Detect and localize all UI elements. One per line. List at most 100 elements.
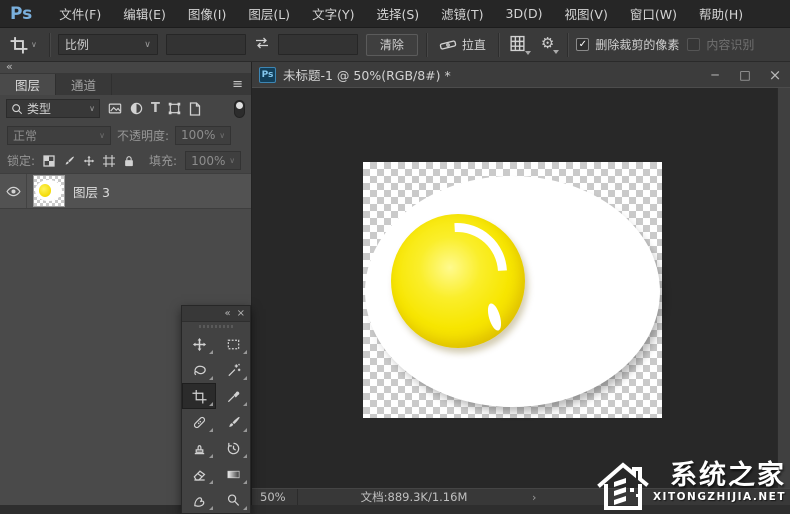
photoshop-logo: Ps	[10, 3, 33, 24]
smudge-tool-icon	[193, 496, 204, 507]
caret-down-icon: ∨	[99, 130, 105, 140]
document-size-info: 文档:889.3K/1.16M	[360, 490, 468, 504]
tab-layers[interactable]: 图层	[0, 74, 57, 95]
fill-label: 填充:	[149, 154, 178, 168]
collapse-toolbox-icon[interactable]: «	[224, 308, 230, 319]
delete-cropped-pixels-checkbox[interactable]: ✓ 删除裁剪的像素	[576, 36, 679, 53]
gradient-tool-button[interactable]	[216, 461, 250, 487]
opacity-select[interactable]: 100% ∨	[175, 125, 232, 145]
blend-mode-row: 正常 ∨ 不透明度: 100% ∨	[0, 122, 251, 148]
history-brush-tool-icon	[227, 442, 239, 454]
window-controls: ─ □ ×	[700, 62, 790, 87]
lasso-tool-button[interactable]	[182, 357, 216, 383]
caret-down-icon: ∨	[89, 104, 95, 113]
fill-select[interactable]: 100% ∨	[185, 151, 242, 170]
spot-healing-brush-tool-button[interactable]	[182, 409, 216, 435]
collapse-panels-icon[interactable]: «	[6, 60, 13, 73]
crop-width-input[interactable]	[165, 34, 246, 55]
brush-tool-button[interactable]	[216, 409, 250, 435]
caret-down-icon: ∨	[219, 130, 226, 140]
floating-toolbox: « ×	[181, 305, 251, 514]
lock-position-icon[interactable]	[83, 155, 95, 167]
close-button[interactable]: ×	[760, 62, 790, 87]
menu-item-view[interactable]: 视图(V)	[554, 4, 619, 23]
menu-item-image[interactable]: 图像(I)	[177, 4, 237, 23]
search-icon	[12, 103, 23, 114]
menu-item-type[interactable]: 文字(Y)	[301, 4, 365, 23]
layer-visibility-toggle[interactable]	[0, 174, 27, 208]
grid-overlay-icon	[510, 35, 525, 52]
panel-tabs: 图层 通道 ≡	[0, 73, 251, 95]
gradient-tool-icon	[227, 470, 239, 478]
eraser-tool-button[interactable]	[182, 461, 216, 487]
clear-button[interactable]: 清除	[365, 33, 418, 56]
filter-pixel-layers-icon[interactable]	[108, 102, 122, 115]
restore-button[interactable]: □	[730, 62, 760, 87]
menu-item-help[interactable]: 帮助(H)	[688, 4, 754, 23]
close-toolbox-icon[interactable]: ×	[237, 308, 245, 319]
filter-smart-objects-icon[interactable]	[189, 101, 201, 116]
lock-artboard-icon[interactable]	[103, 154, 116, 167]
smudge-tool-button[interactable]	[182, 487, 216, 513]
lasso-tool-icon	[193, 365, 206, 375]
level-icon	[439, 39, 457, 50]
filter-shape-layers-icon[interactable]	[168, 102, 181, 115]
menu-item-window[interactable]: 窗口(W)	[619, 4, 688, 23]
status-menu-arrow-icon[interactable]: ›	[532, 491, 536, 504]
layer-row[interactable]: 图层 3	[0, 173, 251, 209]
crop-icon	[10, 36, 28, 53]
straighten-button[interactable]: 拉直	[435, 36, 490, 53]
crop-tool-preset-picker[interactable]: ∨	[6, 34, 41, 56]
separator	[497, 32, 499, 57]
checkbox-checked-icon: ✓	[576, 38, 590, 51]
panel-menu-icon[interactable]: ≡	[232, 77, 243, 92]
eyedropper-tool-icon	[227, 391, 239, 402]
document-title-bar[interactable]: Ps 未标题-1 @ 50%(RGB/8#) * ─ □ ×	[252, 62, 790, 88]
history-brush-tool-button[interactable]	[216, 435, 250, 461]
eyedropper-tool-button[interactable]	[216, 383, 250, 409]
menu-item-layer[interactable]: 图层(L)	[237, 4, 301, 23]
menu-item-select[interactable]: 选择(S)	[365, 4, 430, 23]
watermark: 系统之家 XITONGZHIJIA.NET	[597, 460, 786, 510]
layer-name[interactable]: 图层 3	[73, 182, 110, 201]
options-bar: ∨ 比例 ∨ 清除 拉直 ⚙ ✓ 删除裁剪的像素 内容识别	[0, 28, 790, 62]
filter-toggle-switch[interactable]	[234, 99, 245, 118]
zoom-level-field[interactable]: 50%	[252, 489, 298, 505]
lock-all-icon[interactable]	[123, 155, 135, 167]
crop-height-input[interactable]	[277, 34, 358, 55]
crop-tool-button[interactable]	[182, 383, 216, 409]
quick-selection-tool-button[interactable]	[216, 357, 250, 383]
content-aware-checkbox[interactable]: 内容识别	[687, 36, 754, 53]
vertical-scrollbar[interactable]	[777, 88, 790, 488]
crop-ratio-select[interactable]: 比例 ∨	[57, 34, 158, 55]
toolbox-header[interactable]: « ×	[182, 306, 250, 322]
menu-bar: Ps 文件(F) 编辑(E) 图像(I) 图层(L) 文字(Y) 选择(S) 滤…	[0, 0, 790, 28]
overlay-options-button[interactable]	[507, 33, 531, 56]
egg-yolk-shape	[386, 202, 528, 348]
minimize-button[interactable]: ─	[700, 62, 730, 87]
dodge-tool-button[interactable]	[216, 487, 250, 513]
menu-item-file[interactable]: 文件(F)	[48, 4, 112, 23]
canvas[interactable]	[363, 162, 662, 418]
rectangular-marquee-tool-button[interactable]	[216, 331, 250, 357]
crop-options-button[interactable]: ⚙	[539, 34, 560, 55]
filter-type-layers-icon[interactable]: T	[151, 101, 160, 116]
lock-transparent-pixels-icon[interactable]	[43, 154, 55, 167]
swap-width-height-icon[interactable]	[254, 36, 270, 53]
layer-thumbnail[interactable]	[33, 175, 65, 207]
caret-down-icon: ∨	[229, 156, 236, 165]
lock-row: 锁定: 填充: 100% ∨	[0, 148, 251, 173]
filter-adjustment-layers-icon[interactable]	[130, 102, 143, 115]
brush-tool-icon	[228, 416, 240, 427]
tab-channels[interactable]: 通道	[56, 74, 113, 95]
blend-mode-select[interactable]: 正常 ∨	[7, 125, 111, 145]
lock-image-pixels-icon[interactable]	[63, 155, 75, 167]
menu-item-3d[interactable]: 3D(D)	[495, 6, 554, 21]
move-tool-button[interactable]	[182, 331, 216, 357]
menu-item-filter[interactable]: 滤镜(T)	[430, 4, 494, 23]
clone-stamp-tool-button[interactable]	[182, 435, 216, 461]
grip-dots	[199, 325, 233, 328]
toolbox-grip[interactable]	[182, 322, 250, 331]
filter-kind-select[interactable]: 类型 ∨	[6, 99, 100, 118]
menu-item-edit[interactable]: 编辑(E)	[112, 4, 177, 23]
